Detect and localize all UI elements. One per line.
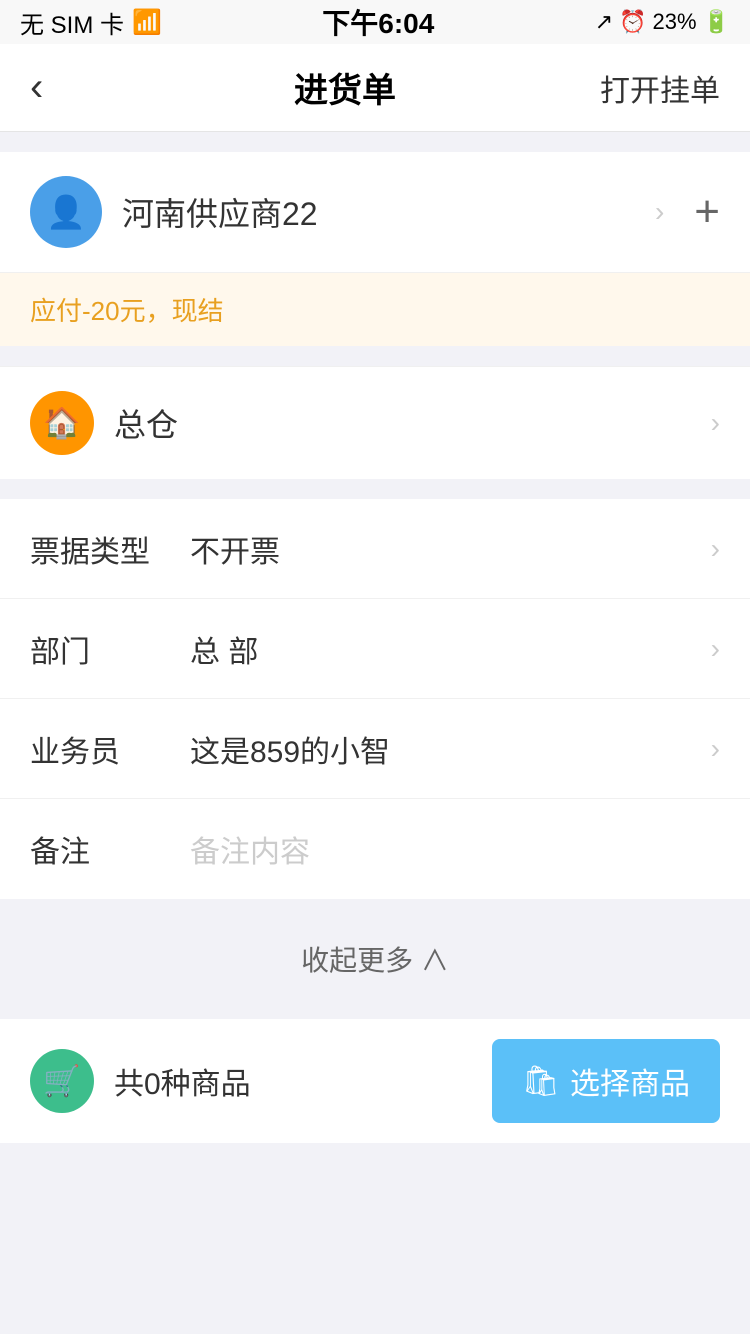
product-count-text: 共0种商品	[114, 1059, 492, 1103]
salesperson-label: 业务员	[30, 727, 170, 771]
content: 👤 河南供应商22 › + 应付-20元，现结 🏠 总仓 › 票据类型 不开票 …	[0, 132, 750, 1143]
remark-label: 备注	[30, 827, 170, 871]
avatar-icon: 👤	[46, 193, 86, 231]
department-row[interactable]: 部门 总 部 ›	[0, 599, 750, 699]
invoice-type-label: 票据类型	[30, 527, 170, 571]
add-supplier-button[interactable]: +	[694, 187, 720, 237]
salesperson-arrow-icon: ›	[711, 733, 720, 765]
bottom-bar: 🛒 共0种商品 🛍 选择商品	[0, 1019, 750, 1143]
warehouse-icon: 🏠	[30, 391, 94, 455]
cart-icon: 🛒	[43, 1064, 80, 1099]
battery-icon: 🔋	[703, 9, 730, 35]
department-label: 部门	[30, 627, 170, 671]
product-count-icon: 🛒	[30, 1049, 94, 1113]
select-product-icon: 🛍	[522, 1064, 560, 1099]
invoice-type-arrow-icon: ›	[711, 533, 720, 565]
supplier-row[interactable]: 👤 河南供应商22 › +	[0, 152, 750, 273]
status-bar: 无 SIM 卡 📶 下午6:04 ↗ ⏰ 23% 🔋	[0, 0, 750, 44]
location-icon: ↗	[595, 9, 613, 35]
select-product-label: 选择商品	[570, 1059, 690, 1103]
supplier-avatar: 👤	[30, 176, 102, 248]
supplier-name: 河南供应商22	[122, 189, 655, 235]
warehouse-arrow-icon: ›	[711, 407, 720, 439]
open-pending-button[interactable]: 打开挂单	[600, 66, 720, 110]
back-button[interactable]: ‹	[30, 65, 90, 110]
department-value: 总 部	[170, 627, 711, 671]
supplier-arrow-icon: ›	[655, 196, 664, 228]
alarm-icon: ⏰	[619, 9, 646, 35]
invoice-type-row[interactable]: 票据类型 不开票 ›	[0, 499, 750, 599]
carrier-text: 无 SIM 卡	[20, 5, 124, 40]
status-time: 下午6:04	[322, 2, 434, 42]
invoice-type-value: 不开票	[170, 527, 711, 571]
salesperson-value: 这是859的小智	[170, 727, 711, 771]
warehouse-name: 总仓	[114, 400, 711, 446]
remark-value[interactable]: 备注内容	[170, 827, 720, 871]
department-arrow-icon: ›	[711, 633, 720, 665]
wifi-icon: 📶	[132, 8, 162, 37]
divider-1	[0, 346, 750, 366]
nav-bar: ‹ 进货单 打开挂单	[0, 44, 750, 132]
status-right: ↗ ⏰ 23% 🔋	[595, 9, 730, 35]
balance-notice: 应付-20元，现结	[0, 273, 750, 346]
battery-text: 23%	[653, 9, 697, 35]
collapse-button[interactable]: 收起更多 ∧	[0, 919, 750, 999]
page-title: 进货单	[294, 63, 396, 112]
supplier-card: 👤 河南供应商22 › + 应付-20元，现结	[0, 152, 750, 346]
warehouse-card: 🏠 总仓 ›	[0, 366, 750, 479]
select-product-button[interactable]: 🛍 选择商品	[492, 1039, 720, 1123]
house-icon: 🏠	[43, 406, 80, 441]
form-section: 票据类型 不开票 › 部门 总 部 › 业务员 这是859的小智 › 备注 备注…	[0, 499, 750, 899]
status-left: 无 SIM 卡 📶	[20, 5, 162, 40]
salesperson-row[interactable]: 业务员 这是859的小智 ›	[0, 699, 750, 799]
warehouse-row[interactable]: 🏠 总仓 ›	[0, 366, 750, 479]
remark-row[interactable]: 备注 备注内容	[0, 799, 750, 899]
top-divider	[0, 132, 750, 152]
